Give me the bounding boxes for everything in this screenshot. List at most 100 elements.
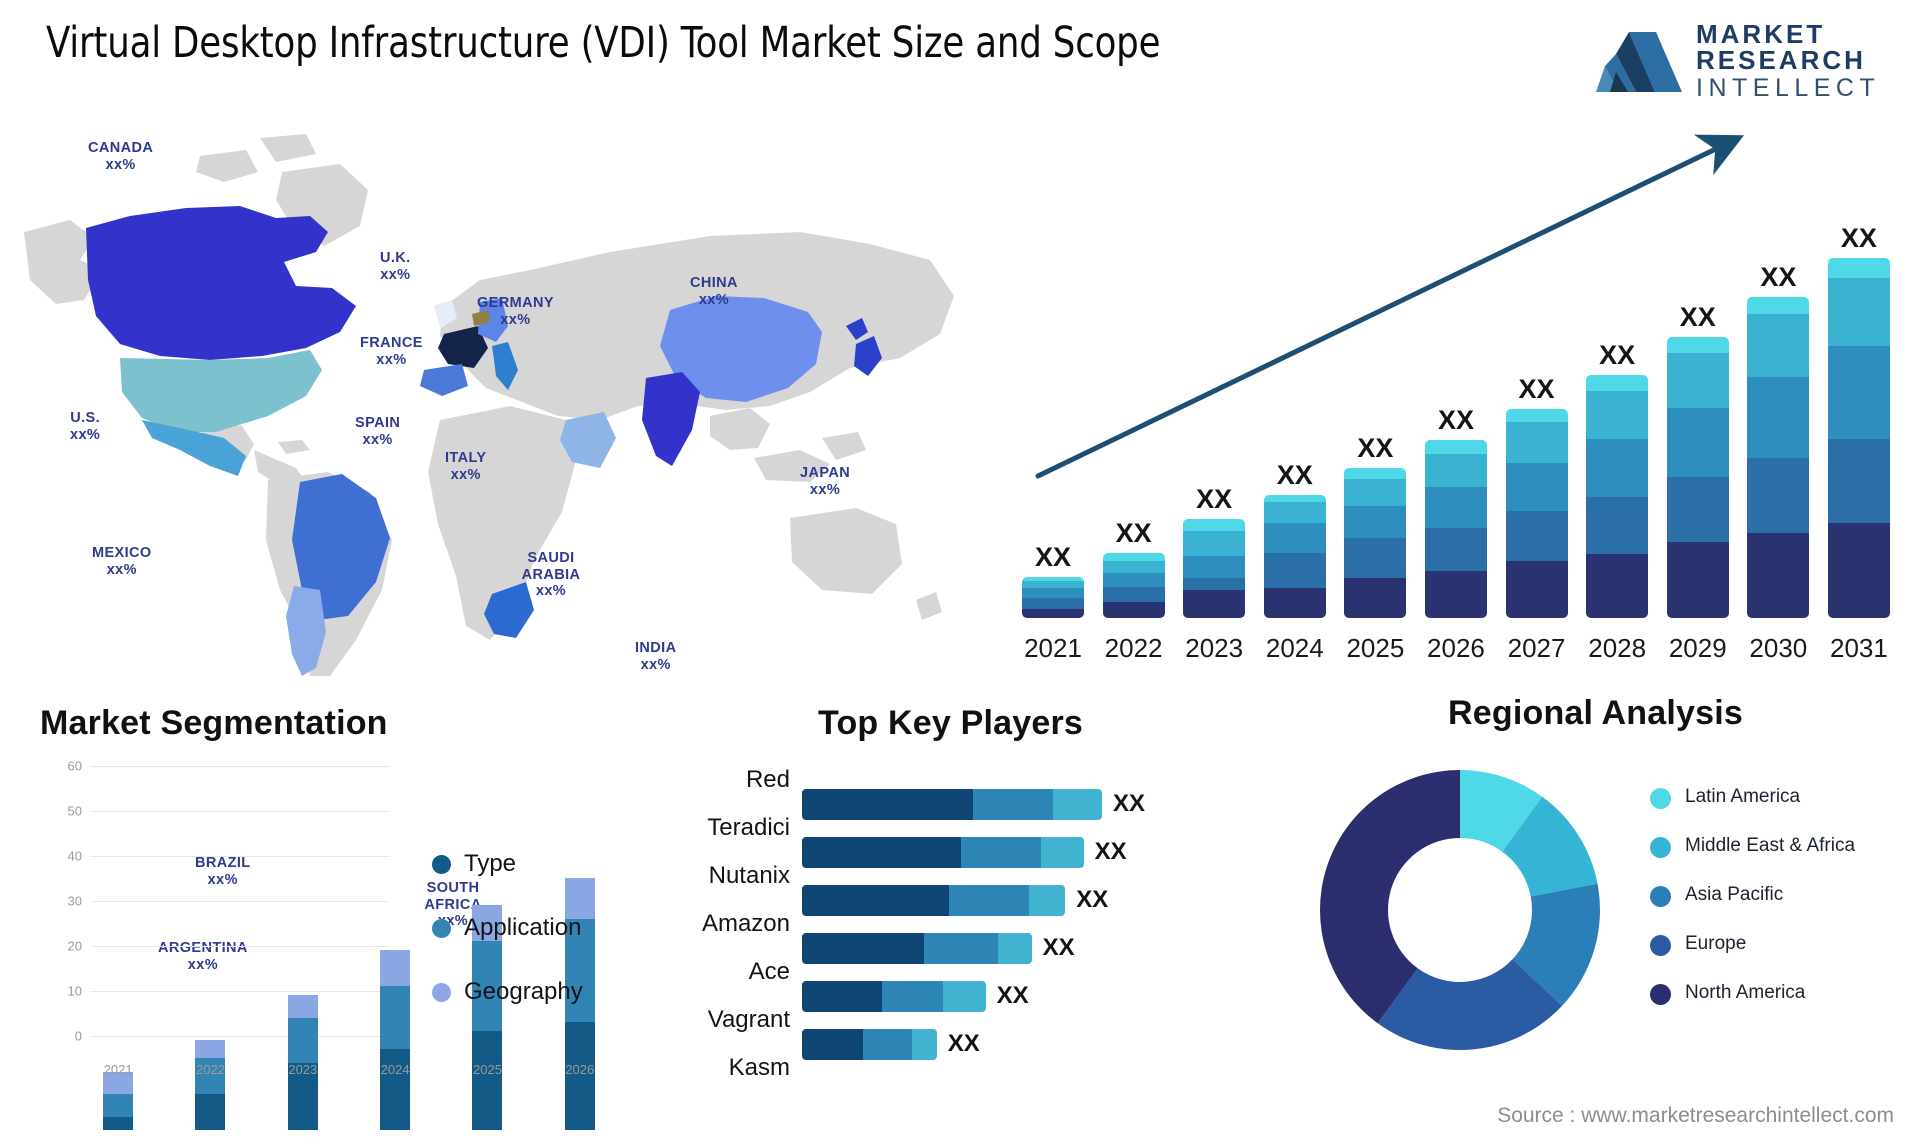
map-label-name: U.K.	[380, 250, 411, 266]
growth-bar-segment	[1183, 519, 1246, 532]
growth-x-axis: 2021 2022 2023 2024 2025 2026 2027 2028 2029 2030…	[1022, 626, 1890, 670]
growth-bar-segment	[1263, 494, 1326, 502]
growth-bar-segment	[1263, 588, 1326, 618]
growth-bar-value-label: XX	[1034, 541, 1072, 572]
segmentation-bar-segment	[103, 1094, 134, 1117]
growth-bar-column: XX	[1344, 433, 1407, 618]
regional-legend: Latin America Middle East & Africa Asia Pa…	[1650, 786, 1910, 1031]
growth-bar-segment	[1747, 297, 1810, 315]
market-growth-chart: XX XX XX XX XX XX XX XX XX XX XX 2021 2022 2023 2024 2…	[1000, 120, 1910, 680]
growth-bar-segment	[1586, 375, 1649, 392]
legend-color-dot	[1650, 984, 1671, 1005]
growth-bar-segment	[1102, 587, 1165, 603]
regional-legend-item: Asia Pacific	[1650, 884, 1910, 907]
logo-line-3: INTELLECT	[1696, 74, 1881, 102]
map-label: JAPAN xx%	[800, 465, 850, 498]
growth-bar-segment	[1747, 458, 1810, 534]
map-label-name: SAUDI ARABIA	[521, 550, 581, 583]
map-label: GERMANY xx%	[477, 295, 554, 328]
player-bar-value-label: XX	[1076, 886, 1109, 913]
country-canada	[86, 206, 356, 360]
growth-bar-segment	[1263, 501, 1326, 524]
growth-bar-segment	[1827, 523, 1890, 618]
player-bar-value-label: XX	[1042, 934, 1075, 961]
map-label-value: xx%	[450, 466, 481, 483]
growth-bar-segment	[1263, 523, 1326, 553]
player-bar-segment	[881, 980, 943, 1012]
legend-color-dot	[1650, 788, 1671, 809]
player-name-label: Amazon	[701, 910, 790, 937]
player-bar-segment	[912, 1028, 937, 1060]
player-bar-segment	[1040, 836, 1084, 868]
growth-bar-segment	[1586, 391, 1649, 440]
growth-x-tick: 2023	[1185, 632, 1244, 663]
growth-bar-column: XX	[1424, 405, 1487, 618]
segmentation-legend-item: Application	[432, 914, 622, 942]
legend-label: Latin America	[1685, 786, 1801, 807]
growth-bar-segment	[1827, 277, 1890, 346]
player-bar-segment	[863, 1028, 913, 1060]
top-key-players-chart: Red Teradici Nutanix Amazon Ace Vagrant Kasm X…	[630, 700, 1300, 1130]
growth-bar-segment	[1424, 528, 1487, 571]
growth-bar-segment	[1586, 553, 1649, 618]
player-name-label: Teradici	[707, 814, 790, 841]
segmentation-bar-segment	[380, 950, 411, 986]
segmentation-x-axis: 2021 2022 2023 2024 2025 2026	[72, 1062, 626, 1084]
segmentation-bar-segment	[195, 1094, 226, 1130]
map-label: ITALY xx%	[445, 450, 486, 483]
map-label-value: xx%	[362, 431, 393, 448]
player-bar	[802, 1028, 937, 1060]
map-label-value: xx%	[70, 426, 101, 443]
legend-label: Application	[464, 914, 582, 941]
growth-bar-segment	[1666, 407, 1729, 477]
segmentation-gridline	[90, 811, 390, 812]
country-spain	[420, 364, 468, 396]
player-bar-segment	[924, 932, 998, 964]
growth-bar-segment	[1586, 496, 1649, 554]
growth-bar-column: XX	[1102, 518, 1165, 618]
growth-bar-segment	[1102, 552, 1165, 561]
map-label-name: GERMANY	[477, 295, 554, 311]
growth-bar-column: XX	[1827, 223, 1890, 618]
growth-bar-segment	[1505, 421, 1568, 464]
growth-bar-segment	[1344, 478, 1407, 506]
map-label: FRANCE xx%	[360, 335, 423, 368]
player-bar-row: XX	[802, 876, 1282, 924]
growth-bar-segment	[1424, 570, 1487, 618]
map-label: CHINA xx%	[690, 275, 738, 308]
regional-legend-item: Europe	[1650, 933, 1910, 956]
growth-bar-segment	[1666, 336, 1729, 353]
logo-line-1: MARKET	[1696, 19, 1826, 49]
world-map: CANADA xx% U.S. xx% MEXICO xx% BRAZIL xx…	[10, 120, 1000, 973]
segmentation-legend: Type Application Geography	[432, 850, 622, 1042]
map-label: SPAIN xx%	[355, 415, 400, 448]
players-bar-group: XX XX XX XX XX XX	[802, 780, 1282, 1068]
segmentation-bar-segment	[287, 1017, 318, 1063]
regional-donut-chart	[1320, 770, 1600, 1050]
segmentation-gridline	[90, 766, 390, 767]
segmentation-bar-segment	[380, 986, 411, 1049]
player-bar-segment	[973, 788, 1053, 820]
legend-color-dot	[432, 982, 451, 1002]
growth-bar-group: XX XX XX XX XX XX XX XX XX XX XX	[1022, 218, 1890, 618]
map-label-value: xx%	[698, 291, 730, 308]
growth-bar-segment	[1022, 609, 1084, 618]
map-label: U.K. xx%	[380, 250, 411, 283]
growth-bar-column: XX	[1666, 302, 1729, 618]
player-bar	[802, 884, 1066, 916]
legend-label: Middle East & Africa	[1685, 835, 1856, 856]
page-title: Virtual Desktop Infrastructure (VDI) Too…	[46, 18, 1161, 68]
player-bar-value-label: XX	[1113, 790, 1146, 817]
legend-label: Type	[464, 850, 517, 877]
map-label-name: ITALY	[445, 450, 487, 466]
players-name-list: Red Teradici Nutanix Amazon Ace Vagrant Kasm	[630, 756, 790, 1092]
regional-legend-item: North America	[1650, 982, 1910, 1005]
player-bar-value-label: XX	[996, 982, 1029, 1009]
mountain-m-logo-icon	[1596, 28, 1682, 94]
legend-color-dot	[1650, 886, 1671, 907]
map-label-name: FRANCE	[360, 335, 423, 351]
player-bar-segment	[948, 884, 1029, 916]
growth-bar-value-label: XX	[1357, 433, 1394, 464]
logo-line-2: RESEARCH	[1696, 45, 1866, 75]
map-label-value: xx%	[376, 351, 407, 368]
